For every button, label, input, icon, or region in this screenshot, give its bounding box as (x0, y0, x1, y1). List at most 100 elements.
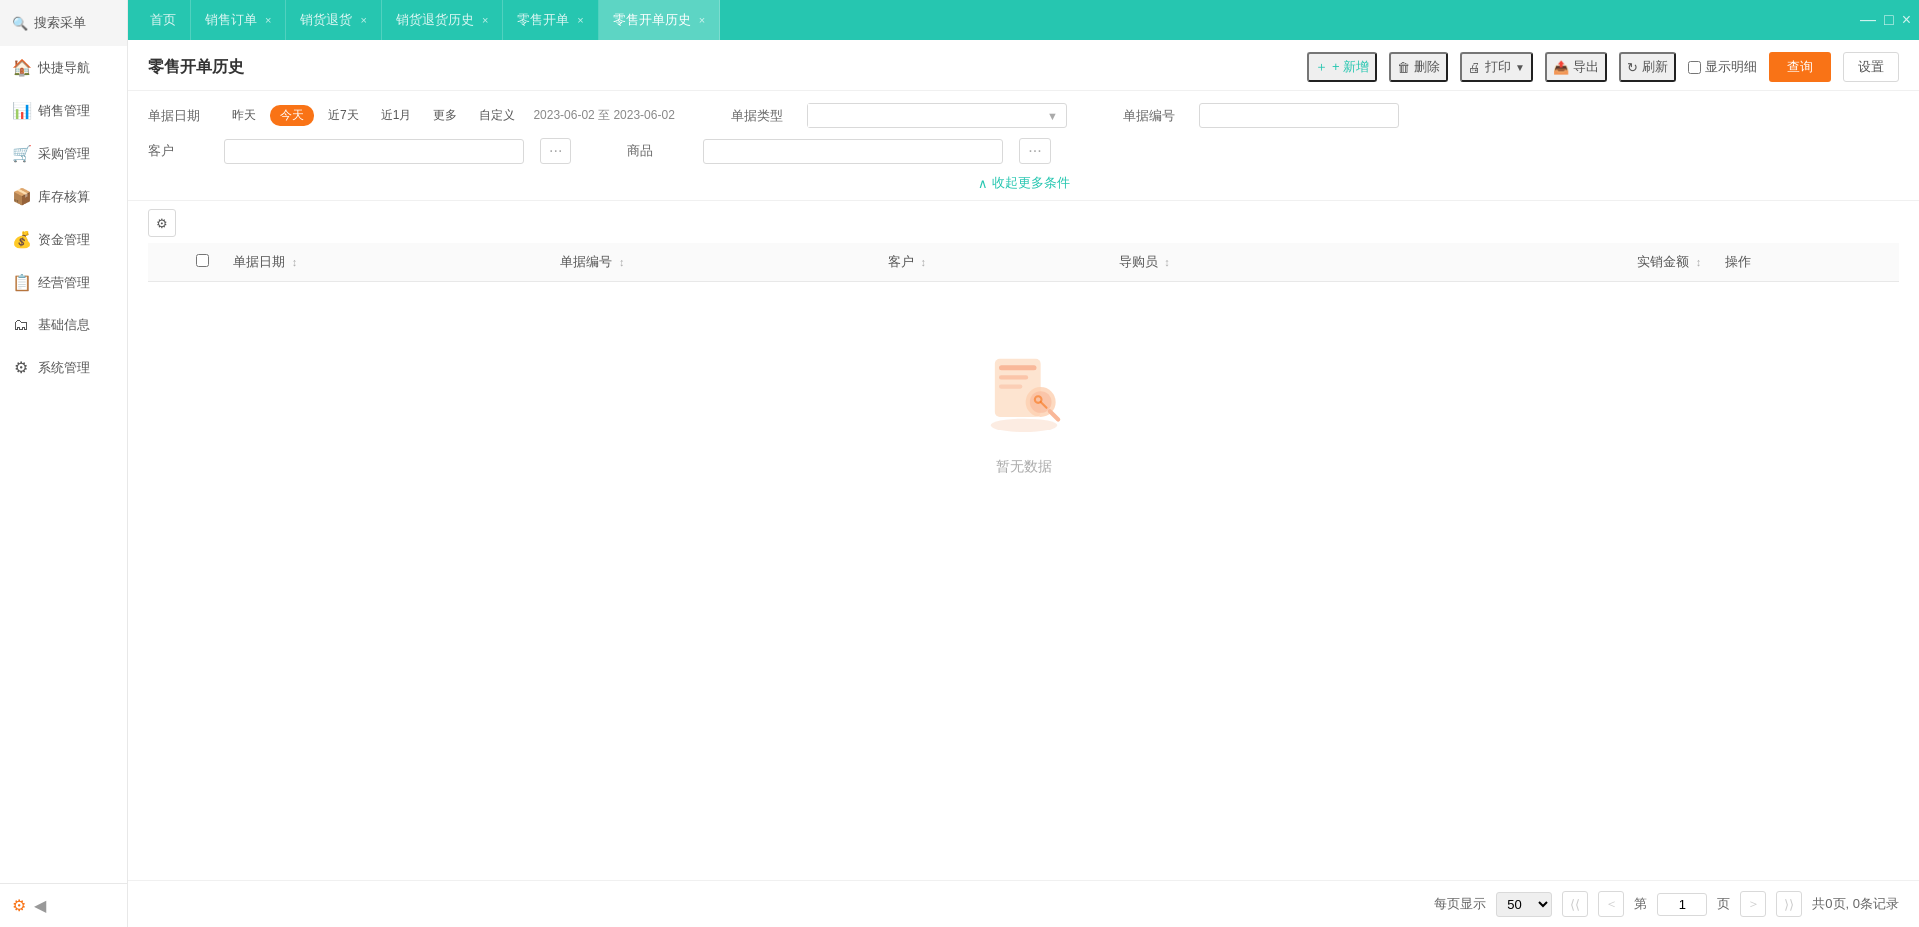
tab-home-label: 首页 (150, 11, 176, 29)
first-page-btn[interactable]: ⟨⟨ (1562, 891, 1588, 917)
box-icon: 📦 (12, 187, 30, 206)
svg-rect-2 (999, 365, 1037, 370)
sort-date-icon[interactable]: ↕ (292, 256, 298, 268)
tab-retail-open[interactable]: 零售开单 × (503, 0, 598, 40)
sort-guide-icon[interactable]: ↕ (1164, 256, 1170, 268)
sidebar-item-inventory[interactable]: 📦 库存核算 (0, 175, 127, 218)
type-filter-select[interactable]: ▼ (807, 103, 1067, 128)
date-btn-more[interactable]: 更多 (425, 105, 465, 126)
print-button[interactable]: 🖨 打印 ▼ (1460, 52, 1533, 82)
sidebar-item-sys-mgmt[interactable]: ⚙ 系统管理 (0, 346, 127, 389)
add-button[interactable]: ＋ + 新增 (1307, 52, 1377, 82)
show-detail-input[interactable] (1688, 61, 1701, 74)
print-icon: 🖨 (1468, 60, 1481, 75)
goods-filter-input[interactable] (703, 139, 1003, 164)
th-customer-label: 客户 (888, 254, 914, 269)
date-btn-month[interactable]: 近1月 (373, 105, 420, 126)
collapse-sidebar-icon[interactable]: ◀ (34, 896, 46, 915)
page-title: 零售开单历史 (148, 57, 244, 78)
tab-sales-return-history[interactable]: 销货退货历史 × (382, 0, 503, 40)
sidebar-item-basic-info[interactable]: 🗂 基础信息 (0, 304, 127, 346)
tab-home[interactable]: 首页 (136, 0, 191, 40)
main-area: 首页 销售订单 × 销货退货 × 销货退货历史 × 零售开单 × 零售开单历史 … (128, 0, 1919, 927)
filter-section: 单据日期 昨天 今天 近7天 近1月 更多 自定义 2023-06-02 至 2… (128, 91, 1919, 201)
prev-page-btn[interactable]: ＜ (1598, 891, 1624, 917)
date-btn-today[interactable]: 今天 (270, 105, 314, 126)
maximize-btn[interactable]: □ (1884, 11, 1894, 29)
tab-sales-order-close[interactable]: × (265, 14, 271, 26)
th-settings (148, 243, 184, 282)
collapse-btn[interactable]: ∧ 收起更多条件 (148, 174, 1899, 192)
sort-amount-icon[interactable]: ↕ (1696, 256, 1702, 268)
last-page-btn[interactable]: ⟩⟩ (1776, 891, 1802, 917)
customer-filter-input[interactable] (224, 139, 524, 164)
money-icon: 💰 (12, 230, 30, 249)
sidebar-item-purchase-mgmt[interactable]: 🛒 采购管理 (0, 132, 127, 175)
data-table: 单据日期 ↕ 单据编号 ↕ 客户 ↕ (148, 243, 1899, 282)
goods-dots-btn[interactable]: ··· (1019, 138, 1050, 164)
sidebar-item-quick-nav[interactable]: 🏠 快捷导航 (0, 46, 127, 89)
sidebar-search[interactable]: 🔍 搜索采单 (0, 0, 127, 46)
show-detail-checkbox[interactable]: 显示明细 (1688, 58, 1757, 76)
minimize-btn[interactable]: — (1860, 11, 1876, 29)
print-label: 打印 (1485, 58, 1511, 76)
type-filter-label: 单据类型 (731, 107, 791, 125)
per-page-select[interactable]: 50 20 100 (1496, 892, 1552, 917)
sidebar-item-sales-mgmt[interactable]: 📊 销售管理 (0, 89, 127, 132)
tab-sales-return-history-close[interactable]: × (482, 14, 488, 26)
table-section: ⚙ 单据日期 ↕ (128, 201, 1919, 880)
type-filter-input[interactable] (808, 104, 1039, 127)
th-guide-label: 导购员 (1119, 254, 1158, 269)
collapse-arrow-icon: ∧ (978, 176, 988, 191)
date-range-text: 2023-06-02 至 2023-06-02 (533, 107, 674, 124)
th-amount-label: 实销金额 (1637, 254, 1689, 269)
tab-sales-order-label: 销售订单 (205, 11, 257, 29)
query-button[interactable]: 查询 (1769, 52, 1831, 82)
sidebar-search-label: 搜索采单 (34, 14, 86, 32)
tab-retail-open-close[interactable]: × (577, 14, 583, 26)
page-label: 页 (1717, 895, 1730, 913)
sidebar: 🔍 搜索采单 🏠 快捷导航 📊 销售管理 🛒 采购管理 📦 库存核算 💰 资金管… (0, 0, 128, 927)
sidebar-item-label: 快捷导航 (38, 59, 90, 77)
sort-number-icon[interactable]: ↕ (619, 256, 625, 268)
delete-icon: 🗑 (1397, 60, 1410, 75)
date-btn-yesterday[interactable]: 昨天 (224, 105, 264, 126)
sidebar-item-operation[interactable]: 📋 经营管理 (0, 261, 127, 304)
print-arrow-icon: ▼ (1515, 62, 1525, 73)
number-filter-input[interactable] (1199, 103, 1399, 128)
table-wrap: 单据日期 ↕ 单据编号 ↕ 客户 ↕ (148, 243, 1899, 880)
sort-customer-icon[interactable]: ↕ (920, 256, 926, 268)
svg-rect-3 (999, 375, 1028, 379)
date-btn-7days[interactable]: 近7天 (320, 105, 367, 126)
next-page-btn[interactable]: ＞ (1740, 891, 1766, 917)
empty-icon (974, 342, 1074, 442)
sidebar-item-label: 经营管理 (38, 274, 90, 292)
sidebar-bottom: ⚙ ◀ (0, 883, 127, 927)
sidebar-item-finance[interactable]: 💰 资金管理 (0, 218, 127, 261)
tab-sales-return-history-label: 销货退货历史 (396, 11, 474, 29)
delete-label: 删除 (1414, 58, 1440, 76)
refresh-label: 刷新 (1642, 58, 1668, 76)
table-config-button[interactable]: ⚙ (148, 209, 176, 237)
tab-retail-history-label: 零售开单历史 (613, 11, 691, 29)
tab-sales-order[interactable]: 销售订单 × (191, 0, 286, 40)
page-header: 零售开单历史 ＋ + 新增 🗑 删除 🖨 打印 ▼ 📤 导出 (128, 40, 1919, 91)
close-btn[interactable]: × (1902, 11, 1911, 29)
tab-retail-history-close[interactable]: × (699, 14, 705, 26)
top-nav: 首页 销售订单 × 销货退货 × 销货退货历史 × 零售开单 × 零售开单历史 … (128, 0, 1919, 40)
date-btn-custom[interactable]: 自定义 (471, 105, 523, 126)
page-number-input[interactable] (1657, 893, 1707, 916)
refresh-button[interactable]: ↻ 刷新 (1619, 52, 1676, 82)
tab-sales-return-close[interactable]: × (360, 14, 366, 26)
customer-dots-btn[interactable]: ··· (540, 138, 571, 164)
export-button[interactable]: 📤 导出 (1545, 52, 1607, 82)
set-button[interactable]: 设置 (1843, 52, 1899, 82)
delete-button[interactable]: 🗑 删除 (1389, 52, 1448, 82)
select-all-checkbox[interactable] (196, 254, 209, 267)
tab-sales-return[interactable]: 销货退货 × (286, 0, 381, 40)
table-header: 单据日期 ↕ 单据编号 ↕ 客户 ↕ (148, 243, 1899, 282)
tab-sales-return-label: 销货退货 (300, 11, 352, 29)
tab-retail-history[interactable]: 零售开单历史 × (599, 0, 720, 40)
settings-icon[interactable]: ⚙ (12, 896, 26, 915)
type-select-arrow-icon[interactable]: ▼ (1039, 106, 1066, 126)
